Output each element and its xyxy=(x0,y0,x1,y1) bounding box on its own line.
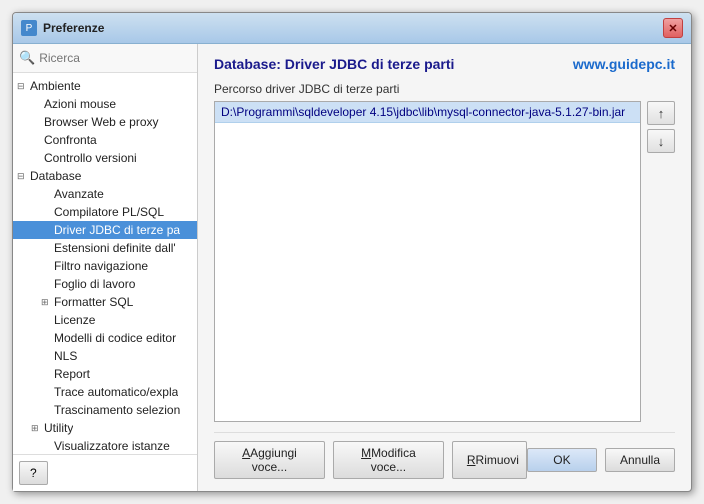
tree-item-label: Utility xyxy=(44,421,73,435)
tree-item-ambiente[interactable]: ⊟Ambiente xyxy=(13,77,197,95)
tree-container: ⊟AmbienteAzioni mouseBrowser Web e proxy… xyxy=(13,73,197,454)
preferences-window: P Preferenze ✕ 🔍 ⊟AmbienteAzioni mouseBr… xyxy=(12,12,692,492)
tree-item-label: Visualizzatore istanze xyxy=(54,439,170,453)
cancel-button[interactable]: Annulla xyxy=(605,448,675,472)
tree-item-label: Database xyxy=(30,169,81,183)
window-body: 🔍 ⊟AmbienteAzioni mouseBrowser Web e pro… xyxy=(13,44,691,491)
bottom-buttons: AAggiungi voce... MModifica voce... RRim… xyxy=(214,432,675,479)
tree-item-compilatore-plsql[interactable]: Compilatore PL/SQL xyxy=(13,203,197,221)
tree-item-label: Controllo versioni xyxy=(44,151,137,165)
tree-item-browser-web-proxy[interactable]: Browser Web e proxy xyxy=(13,113,197,131)
edit-button[interactable]: MModifica voce... xyxy=(333,441,444,479)
tree-item-label: Estensioni definite dall' xyxy=(54,241,176,255)
main-header: Database: Driver JDBC di terze parti www… xyxy=(214,56,675,72)
title-bar-left: P Preferenze xyxy=(21,20,104,36)
tree-item-label: Modelli di codice editor xyxy=(54,331,176,345)
tree-item-visualizzatore-istanze[interactable]: Visualizzatore istanze xyxy=(13,437,197,454)
search-icon: 🔍 xyxy=(19,50,35,66)
tree-item-label: NLS xyxy=(54,349,77,363)
tree-item-label: Driver JDBC di terze pa xyxy=(54,223,180,237)
tree-item-nls[interactable]: NLS xyxy=(13,347,197,365)
tree-item-estensioni[interactable]: Estensioni definite dall' xyxy=(13,239,197,257)
tree-item-trascinamento[interactable]: Trascinamento selezion xyxy=(13,401,197,419)
tree-item-modelli-codice[interactable]: Modelli di codice editor xyxy=(13,329,197,347)
jdbc-list-container: D:\Programmi\sqldeveloper 4.15\jdbc\lib\… xyxy=(214,101,675,422)
tree-item-label: Confronta xyxy=(44,133,97,147)
edit-button-label: Modifica voce... xyxy=(371,446,416,474)
expand-icon: ⊞ xyxy=(41,297,51,308)
tree-item-label: Licenze xyxy=(54,313,95,327)
tree-item-label: Ambiente xyxy=(30,79,81,93)
move-up-button[interactable]: ↑ xyxy=(647,101,675,125)
watermark: www.guidepc.it xyxy=(573,56,675,72)
window-title: Preferenze xyxy=(43,21,104,35)
tree-item-utility[interactable]: ⊞Utility xyxy=(13,419,197,437)
tree-item-licenze[interactable]: Licenze xyxy=(13,311,197,329)
close-button[interactable]: ✕ xyxy=(663,18,683,38)
tree-item-label: Formatter SQL xyxy=(54,295,133,309)
jdbc-order-buttons: ↑ ↓ xyxy=(647,101,675,422)
tree-item-driver-jdbc[interactable]: Driver JDBC di terze pa xyxy=(13,221,197,239)
tree-item-database[interactable]: ⊟Database xyxy=(13,167,197,185)
main-content: Database: Driver JDBC di terze parti www… xyxy=(198,44,691,491)
move-down-button[interactable]: ↓ xyxy=(647,129,675,153)
sidebar-bottom: ? xyxy=(13,454,197,491)
tree-item-foglio-lavoro[interactable]: Foglio di lavoro xyxy=(13,275,197,293)
tree-item-label: Filtro navigazione xyxy=(54,259,148,273)
tree-item-formatter-sql[interactable]: ⊞Formatter SQL xyxy=(13,293,197,311)
tree-item-label: Trace automatico/expla xyxy=(54,385,178,399)
tree-item-label: Browser Web e proxy xyxy=(44,115,159,129)
add-button[interactable]: AAggiungi voce... xyxy=(214,441,325,479)
main-title: Database: Driver JDBC di terze parti xyxy=(214,56,454,72)
tree-item-confronta[interactable]: Confronta xyxy=(13,131,197,149)
tree-item-label: Trascinamento selezion xyxy=(54,403,180,417)
tree-item-report[interactable]: Report xyxy=(13,365,197,383)
tree-item-trace[interactable]: Trace automatico/expla xyxy=(13,383,197,401)
window-icon: P xyxy=(21,20,37,36)
section-label: Percorso driver JDBC di terze parti xyxy=(214,82,675,96)
expand-icon: ⊞ xyxy=(31,423,41,434)
ok-button[interactable]: OK xyxy=(527,448,597,472)
tree-item-label: Report xyxy=(54,367,90,381)
title-bar: P Preferenze ✕ xyxy=(13,13,691,44)
tree-item-label: Foglio di lavoro xyxy=(54,277,135,291)
tree-item-label: Azioni mouse xyxy=(44,97,116,111)
tree-item-avanzate[interactable]: Avanzate xyxy=(13,185,197,203)
tree-item-label: Avanzate xyxy=(54,187,104,201)
tree-item-azioni-mouse[interactable]: Azioni mouse xyxy=(13,95,197,113)
expand-icon: ⊟ xyxy=(17,81,27,92)
search-input[interactable] xyxy=(39,51,191,65)
add-button-label: Aggiungi voce... xyxy=(250,446,297,474)
remove-button[interactable]: RRimuovi xyxy=(452,441,527,479)
tree-item-label: Compilatore PL/SQL xyxy=(54,205,164,219)
tree-item-filtro-navigazione[interactable]: Filtro navigazione xyxy=(13,257,197,275)
dialog-buttons: OK Annulla xyxy=(527,448,675,472)
action-buttons: AAggiungi voce... MModifica voce... RRim… xyxy=(214,441,527,479)
remove-button-label: Rimuovi xyxy=(476,453,519,467)
sidebar: 🔍 ⊟AmbienteAzioni mouseBrowser Web e pro… xyxy=(13,44,198,491)
help-button[interactable]: ? xyxy=(19,461,48,485)
jdbc-list-item[interactable]: D:\Programmi\sqldeveloper 4.15\jdbc\lib\… xyxy=(215,102,640,123)
expand-icon: ⊟ xyxy=(17,171,27,182)
jdbc-list[interactable]: D:\Programmi\sqldeveloper 4.15\jdbc\lib\… xyxy=(214,101,641,422)
search-box: 🔍 xyxy=(13,44,197,73)
tree-item-controllo-versioni[interactable]: Controllo versioni xyxy=(13,149,197,167)
